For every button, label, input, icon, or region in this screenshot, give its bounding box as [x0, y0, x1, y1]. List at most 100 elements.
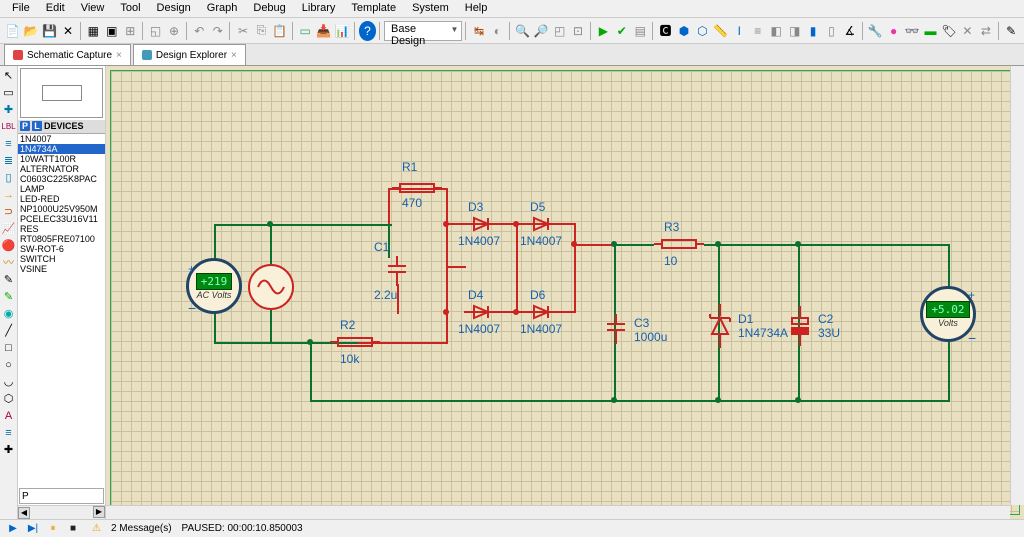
line-icon[interactable]: ╱ — [1, 323, 17, 339]
menu-help[interactable]: Help — [457, 0, 496, 17]
tape-icon[interactable]: 🔴 — [1, 238, 17, 254]
messages-count[interactable]: 2 Message(s) — [111, 523, 172, 534]
zoom-all-icon[interactable]: ⊡ — [569, 21, 586, 41]
path-icon[interactable]: ⬡ — [1, 391, 17, 407]
list-item[interactable]: 10WATT100R — [18, 154, 105, 164]
devices-list[interactable]: 1N4007 1N4734A 10WATT100R ALTERNATOR C06… — [18, 134, 105, 487]
transfer-icon[interactable]: ↹ — [470, 21, 487, 41]
list-item[interactable]: SWITCH — [18, 254, 105, 264]
ruler-icon[interactable]: 📏 — [712, 21, 729, 41]
pin-icon[interactable]: ⊃ — [1, 204, 17, 220]
probe-icon[interactable]: ✎ — [1, 272, 17, 288]
tab-design-explorer[interactable]: Design Explorer × — [133, 44, 246, 65]
canvas-scrollbar-v[interactable] — [1010, 66, 1024, 505]
zener-d1[interactable] — [708, 304, 732, 351]
stop-icon[interactable]: ■ — [64, 522, 82, 536]
search-icon[interactable]: 🔍 — [514, 21, 531, 41]
list-item[interactable]: LED-RED — [18, 194, 105, 204]
rect-icon[interactable]: □ — [1, 340, 17, 356]
page-icon[interactable]: ▦ — [85, 21, 102, 41]
capacitor-c3[interactable] — [604, 314, 624, 334]
tool6-icon[interactable]: ◨ — [786, 21, 803, 41]
menu-template[interactable]: Template — [343, 0, 404, 17]
tool8-icon[interactable]: ▯ — [823, 21, 840, 41]
list-item[interactable]: VSINE — [18, 264, 105, 274]
p-icon[interactable]: P — [20, 121, 30, 131]
marker-icon[interactable]: ✚ — [1, 442, 17, 458]
block-icon[interactable]: ▭ — [297, 21, 314, 41]
diode-d5[interactable] — [524, 216, 564, 232]
list-item[interactable]: LAMP — [18, 184, 105, 194]
list-item[interactable]: C0603C225K8PAC — [18, 174, 105, 184]
copy-icon[interactable]: ⎘ — [253, 21, 270, 41]
tool7-icon[interactable]: ▮ — [804, 21, 821, 41]
check-icon[interactable]: ✔ — [613, 21, 630, 41]
list-item[interactable]: NP1000U25V950M — [18, 204, 105, 214]
list-item[interactable]: 1N4734A — [18, 144, 105, 154]
diode-d6[interactable] — [524, 304, 564, 320]
menu-edit[interactable]: Edit — [38, 0, 73, 17]
schematic-canvas[interactable]: R1 470 R2 10k R3 10 C1 2.2u C3 1000u — [106, 66, 1024, 519]
bus-icon[interactable]: ≣ — [1, 153, 17, 169]
highlight-icon[interactable]: ◐ — [489, 21, 506, 41]
help-icon[interactable]: ? — [359, 21, 376, 41]
ac-source[interactable] — [248, 264, 294, 310]
binocs-icon[interactable]: 👓 — [903, 21, 920, 41]
menu-library[interactable]: Library — [294, 0, 344, 17]
import-icon[interactable]: 📥 — [315, 21, 332, 41]
edit-icon[interactable]: ✎ — [1002, 21, 1019, 41]
tool3-icon[interactable]: I — [731, 21, 748, 41]
meter-icon[interactable]: ◉ — [1, 306, 17, 322]
menu-file[interactable]: File — [4, 0, 38, 17]
capacitor-c2[interactable] — [788, 306, 812, 349]
canvas-scrollbar-h[interactable] — [106, 505, 1010, 519]
area-icon[interactable]: ▣ — [103, 21, 120, 41]
zoom-fit-icon[interactable]: ◱ — [147, 21, 164, 41]
scrollbar-h[interactable]: ◀ ▶ — [18, 505, 105, 519]
netlist-icon[interactable]: ▤ — [632, 21, 649, 41]
open-icon[interactable]: 📂 — [22, 21, 39, 41]
text-a-icon[interactable]: A — [1, 408, 17, 424]
undo-icon[interactable]: ↶ — [191, 21, 208, 41]
diode-d3[interactable] — [464, 216, 504, 232]
cad-icon[interactable]: 🅲 — [657, 21, 674, 41]
menu-view[interactable]: View — [73, 0, 113, 17]
label-icon[interactable]: LBL — [1, 119, 17, 135]
compass-icon[interactable]: ∡ — [841, 21, 858, 41]
circle-icon[interactable]: ○ — [1, 357, 17, 373]
cut-icon[interactable]: ✂ — [234, 21, 251, 41]
save-icon[interactable]: 💾 — [41, 21, 58, 41]
list-item[interactable]: PCELEC33U16V11 — [18, 214, 105, 224]
tool4-icon[interactable]: ≡ — [749, 21, 766, 41]
design-dropdown[interactable]: Base Design — [384, 21, 462, 41]
run-icon[interactable]: ▶ — [4, 522, 22, 536]
menu-debug[interactable]: Debug — [245, 0, 293, 17]
close-icon[interactable]: ✕ — [59, 21, 76, 41]
cross-icon[interactable]: ✕ — [959, 21, 976, 41]
menu-system[interactable]: System — [404, 0, 457, 17]
menu-design[interactable]: Design — [149, 0, 199, 17]
new-icon[interactable]: 📄 — [4, 21, 21, 41]
pin-input[interactable] — [19, 488, 104, 504]
step-icon[interactable]: ▶| — [24, 522, 42, 536]
sub-icon[interactable]: ▯ — [1, 170, 17, 186]
terminal-icon[interactable]: → — [1, 187, 17, 203]
text-icon[interactable]: ≡ — [1, 136, 17, 152]
zoom-in-icon[interactable]: ⊕ — [165, 21, 182, 41]
junction-icon[interactable]: ✚ — [1, 102, 17, 118]
list-item[interactable]: RES — [18, 224, 105, 234]
list-item[interactable]: RT0805FRE07100 — [18, 234, 105, 244]
resistor-r1[interactable] — [392, 180, 442, 196]
resistor-r2[interactable] — [330, 334, 380, 350]
pointer-icon[interactable]: ↖ — [1, 68, 17, 84]
redo-icon[interactable]: ↷ — [209, 21, 226, 41]
chip-icon[interactable]: ▬ — [922, 21, 939, 41]
diode-d4[interactable] — [464, 304, 504, 320]
graph-icon[interactable]: 📈 — [1, 221, 17, 237]
component-icon[interactable]: ▭ — [1, 85, 17, 101]
search2-icon[interactable]: 🔎 — [532, 21, 549, 41]
zoom-sel-icon[interactable]: ◰ — [551, 21, 568, 41]
tool9-icon[interactable]: 🏷 — [940, 21, 957, 41]
play-icon[interactable]: ▶ — [595, 21, 612, 41]
tab-schematic[interactable]: Schematic Capture × — [4, 44, 131, 65]
